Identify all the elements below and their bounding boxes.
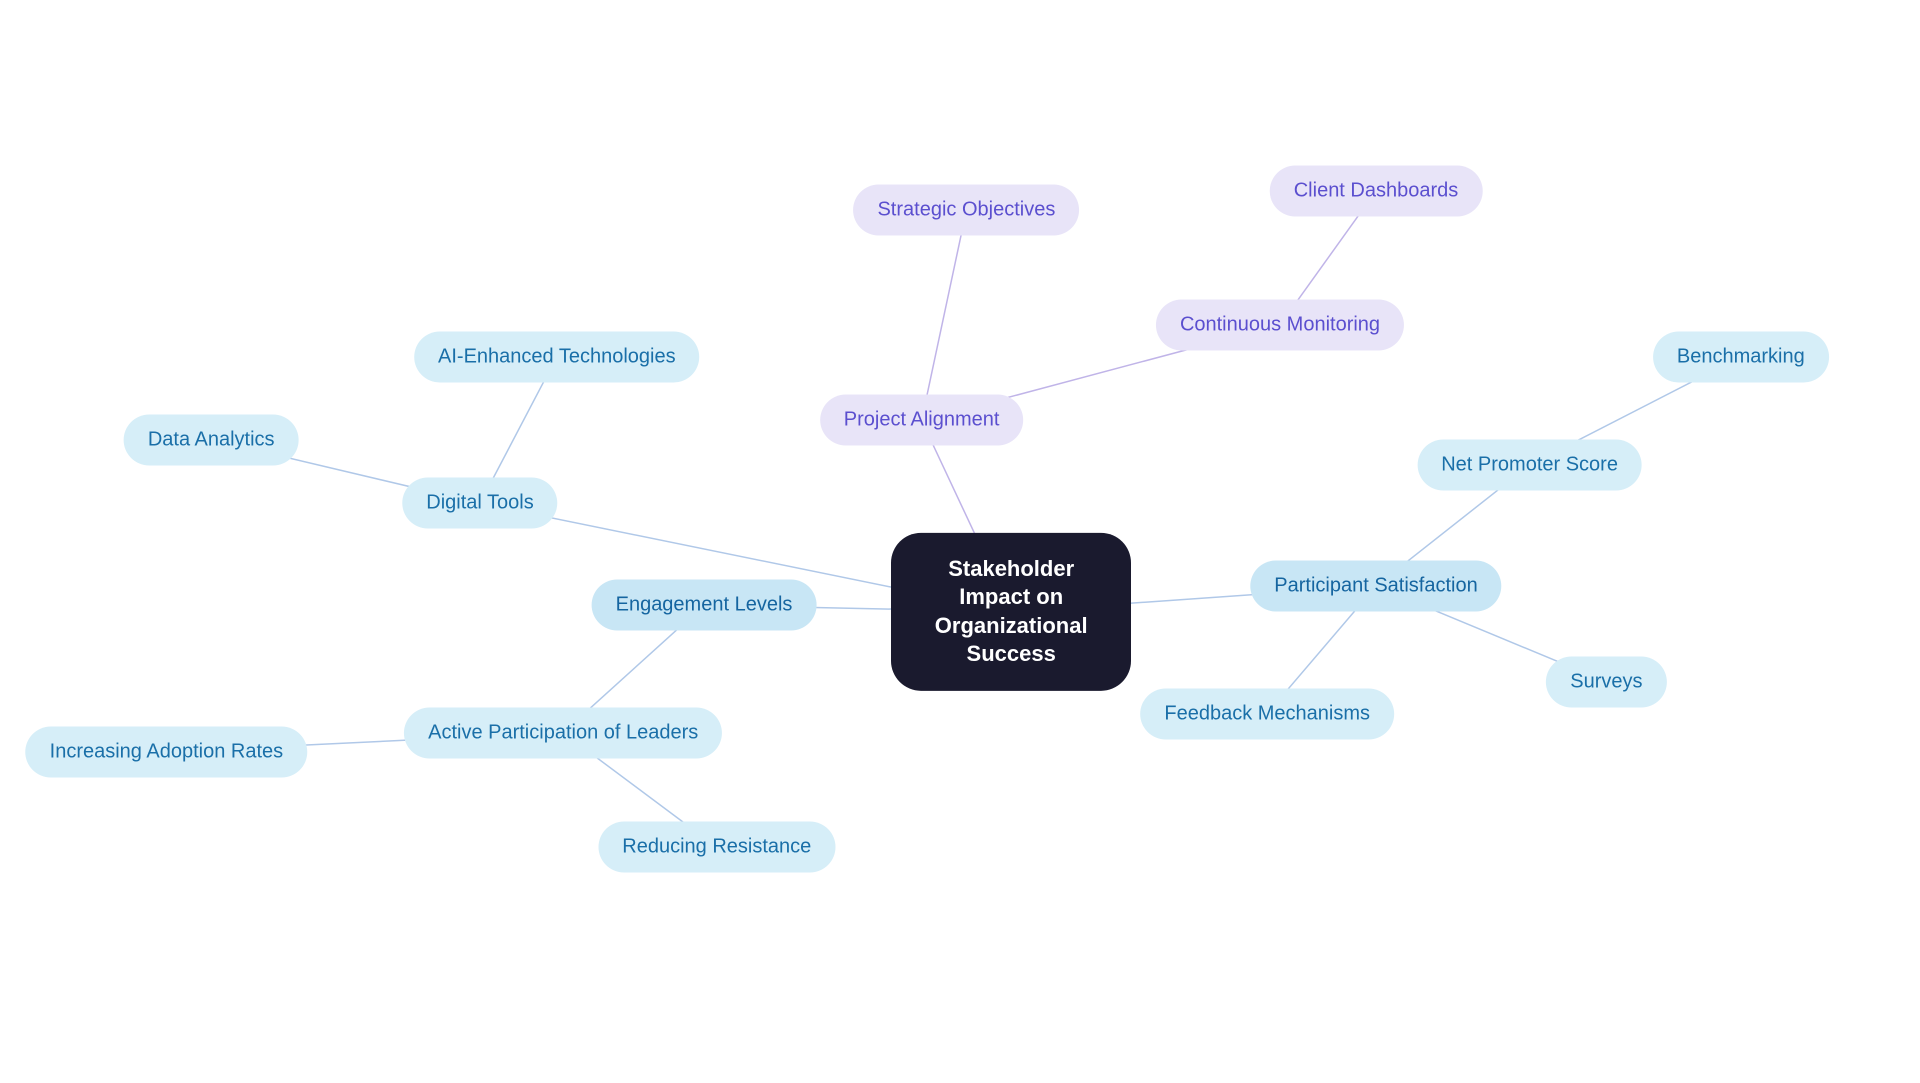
mind-map-canvas: .conn-line { stroke: #b0c8e8; stroke-wid… [0,0,1920,1083]
